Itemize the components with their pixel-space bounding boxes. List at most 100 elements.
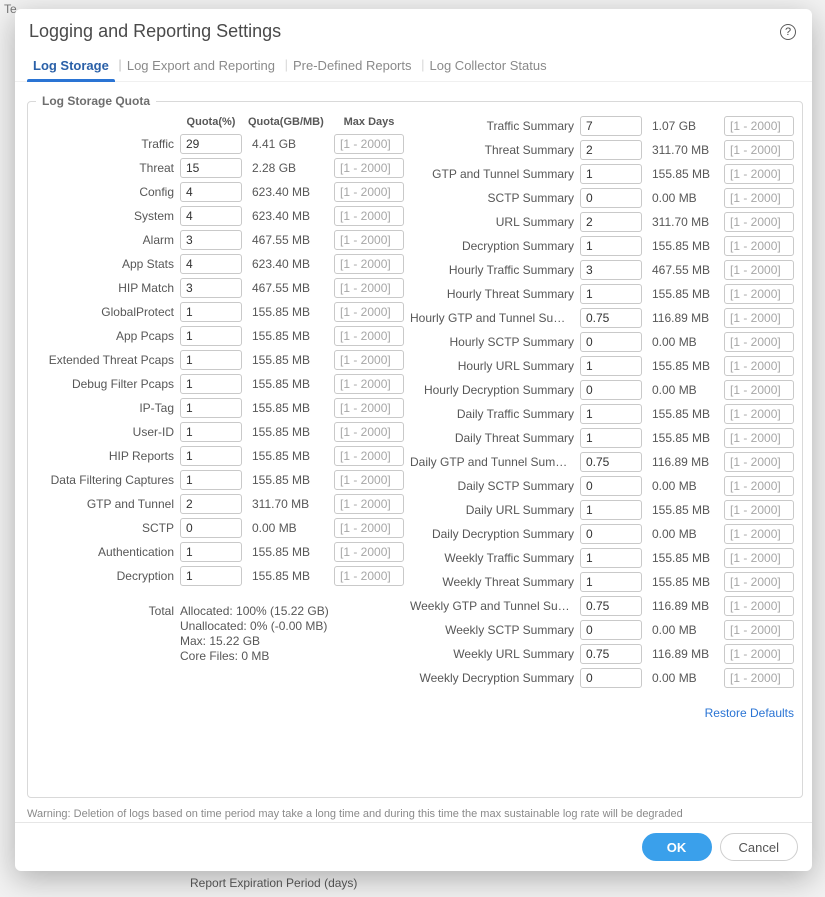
quota-row-label: Hourly SCTP Summary: [410, 335, 580, 349]
quota-pct-input[interactable]: [580, 572, 642, 592]
max-days-input[interactable]: [724, 452, 794, 472]
max-days-input[interactable]: [724, 548, 794, 568]
max-days-input[interactable]: [334, 470, 404, 490]
quota-pct-input[interactable]: [580, 596, 642, 616]
quota-pct-input[interactable]: [180, 182, 242, 202]
quota-pct-input[interactable]: [180, 350, 242, 370]
max-days-input[interactable]: [334, 446, 404, 466]
quota-pct-input[interactable]: [180, 302, 242, 322]
max-days-input[interactable]: [724, 380, 794, 400]
quota-pct-input[interactable]: [180, 446, 242, 466]
quota-pct-input[interactable]: [580, 548, 642, 568]
quota-pct-input[interactable]: [580, 500, 642, 520]
quota-pct-input[interactable]: [580, 236, 642, 256]
max-days-input[interactable]: [724, 188, 794, 208]
quota-pct-input[interactable]: [580, 332, 642, 352]
max-days-input[interactable]: [334, 326, 404, 346]
cancel-button[interactable]: Cancel: [720, 833, 798, 861]
max-days-input[interactable]: [724, 212, 794, 232]
max-days-input[interactable]: [334, 398, 404, 418]
quota-size-value: 0.00 MB: [242, 521, 334, 535]
quota-pct-input[interactable]: [180, 542, 242, 562]
max-days-input[interactable]: [334, 230, 404, 250]
max-days-input[interactable]: [724, 644, 794, 664]
tab-log-storage[interactable]: Log Storage: [27, 48, 115, 81]
quota-row-label: Threat Summary: [410, 143, 580, 157]
quota-pct-input[interactable]: [580, 404, 642, 424]
max-days-input[interactable]: [724, 236, 794, 256]
quota-pct-input[interactable]: [180, 398, 242, 418]
max-days-input[interactable]: [724, 116, 794, 136]
restore-defaults-link[interactable]: Restore Defaults: [705, 706, 794, 720]
max-days-input[interactable]: [334, 374, 404, 394]
max-days-input[interactable]: [724, 500, 794, 520]
quota-pct-input[interactable]: [580, 668, 642, 688]
quota-row-label: GTP and Tunnel Summary: [410, 167, 580, 181]
max-days-input[interactable]: [724, 332, 794, 352]
max-days-input[interactable]: [724, 620, 794, 640]
quota-pct-input[interactable]: [580, 476, 642, 496]
max-days-input[interactable]: [334, 158, 404, 178]
max-days-input[interactable]: [724, 308, 794, 328]
max-days-input[interactable]: [724, 668, 794, 688]
quota-pct-input[interactable]: [580, 380, 642, 400]
max-days-input[interactable]: [724, 524, 794, 544]
quota-pct-input[interactable]: [580, 524, 642, 544]
max-days-input[interactable]: [724, 260, 794, 280]
quota-pct-input[interactable]: [580, 164, 642, 184]
max-days-input[interactable]: [334, 182, 404, 202]
max-days-input[interactable]: [334, 254, 404, 274]
max-days-input[interactable]: [334, 518, 404, 538]
max-days-input[interactable]: [724, 164, 794, 184]
max-days-input[interactable]: [724, 476, 794, 496]
quota-pct-input[interactable]: [580, 260, 642, 280]
quota-pct-input[interactable]: [580, 212, 642, 232]
quota-pct-input[interactable]: [580, 620, 642, 640]
max-days-input[interactable]: [724, 356, 794, 376]
max-days-input[interactable]: [334, 134, 404, 154]
quota-pct-input[interactable]: [580, 116, 642, 136]
quota-pct-input[interactable]: [180, 230, 242, 250]
quota-pct-input[interactable]: [180, 326, 242, 346]
tab-log-export-and-reporting[interactable]: Log Export and Reporting: [121, 48, 281, 81]
quota-pct-input[interactable]: [580, 308, 642, 328]
max-days-input[interactable]: [334, 566, 404, 586]
max-days-input[interactable]: [334, 278, 404, 298]
max-days-input[interactable]: [334, 494, 404, 514]
tab-log-collector-status[interactable]: Log Collector Status: [424, 48, 553, 81]
max-days-input[interactable]: [724, 572, 794, 592]
max-days-input[interactable]: [724, 404, 794, 424]
quota-pct-input[interactable]: [580, 644, 642, 664]
quota-pct-input[interactable]: [580, 428, 642, 448]
quota-pct-input[interactable]: [180, 134, 242, 154]
quota-pct-input[interactable]: [180, 566, 242, 586]
quota-pct-input[interactable]: [580, 188, 642, 208]
quota-pct-input[interactable]: [180, 494, 242, 514]
max-days-input[interactable]: [724, 140, 794, 160]
quota-pct-input[interactable]: [580, 452, 642, 472]
quota-pct-input[interactable]: [580, 140, 642, 160]
quota-pct-input[interactable]: [180, 422, 242, 442]
quota-size-value: 116.89 MB: [642, 599, 724, 613]
quota-pct-input[interactable]: [580, 356, 642, 376]
quota-pct-input[interactable]: [180, 278, 242, 298]
max-days-input[interactable]: [334, 542, 404, 562]
max-days-input[interactable]: [334, 350, 404, 370]
quota-pct-input[interactable]: [180, 206, 242, 226]
quota-pct-input[interactable]: [180, 518, 242, 538]
ok-button[interactable]: OK: [642, 833, 712, 861]
max-days-input[interactable]: [334, 206, 404, 226]
max-days-input[interactable]: [334, 422, 404, 442]
max-days-input[interactable]: [724, 284, 794, 304]
help-icon[interactable]: ?: [780, 24, 796, 40]
quota-pct-input[interactable]: [180, 158, 242, 178]
max-days-input[interactable]: [334, 302, 404, 322]
tab-pre-defined-reports[interactable]: Pre-Defined Reports: [287, 48, 418, 81]
quota-pct-input[interactable]: [580, 284, 642, 304]
quota-row-label: HIP Reports: [36, 449, 180, 463]
quota-pct-input[interactable]: [180, 470, 242, 490]
quota-pct-input[interactable]: [180, 374, 242, 394]
quota-pct-input[interactable]: [180, 254, 242, 274]
max-days-input[interactable]: [724, 428, 794, 448]
max-days-input[interactable]: [724, 596, 794, 616]
